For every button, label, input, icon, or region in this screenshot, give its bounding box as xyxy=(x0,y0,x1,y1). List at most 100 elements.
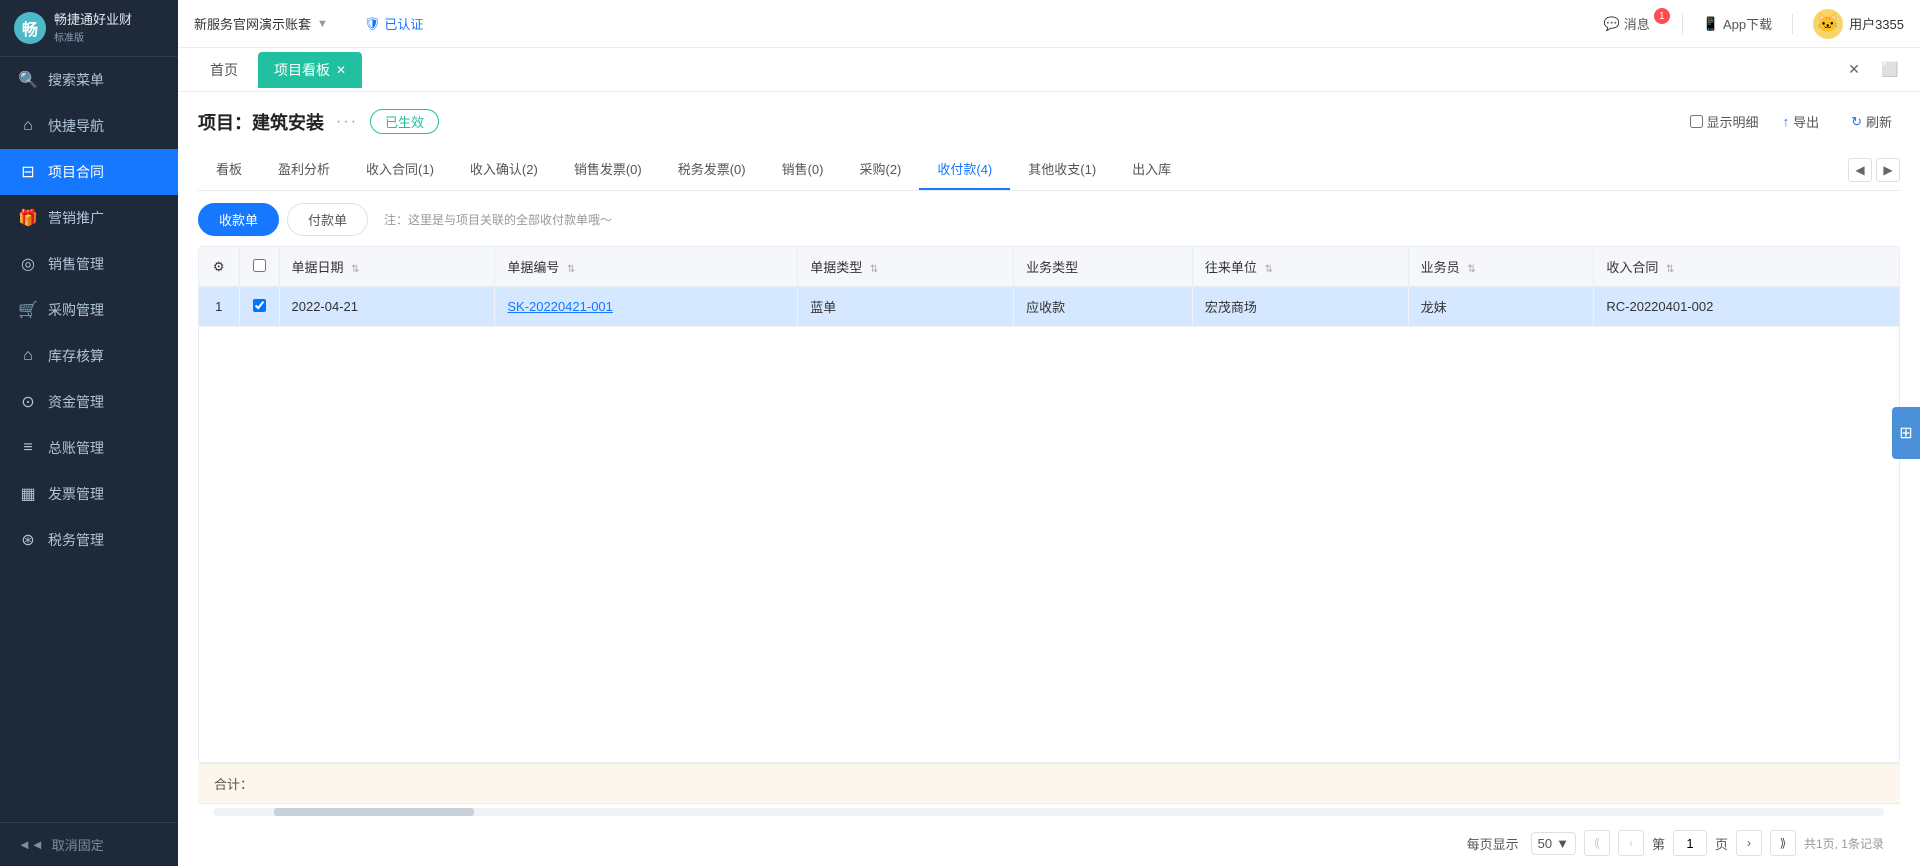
col-income-contract[interactable]: 收入合同 ⇅ xyxy=(1594,247,1899,287)
inner-tab-payment[interactable]: 付款单 xyxy=(287,203,368,236)
subtab-other-expense-label: 其他收支(1) xyxy=(1028,162,1096,177)
window-close-button[interactable]: ✕ xyxy=(1840,56,1868,84)
sidebar-item-fund[interactable]: ⊙ 资金管理 xyxy=(0,379,178,425)
subtab-kanban[interactable]: 看板 xyxy=(198,149,260,190)
sidebar-footer-label: 取消固定 xyxy=(52,835,104,854)
data-table-wrapper: ⚙ 单据日期 ⇅ 单据编号 ⇅ 单据类型 xyxy=(198,246,1900,763)
col-income-contract-label: 收入合同 xyxy=(1606,260,1658,275)
right-panel-toggle[interactable]: ⊞ xyxy=(1892,407,1920,459)
message-button[interactable]: 💬 消息 1 xyxy=(1604,14,1662,33)
sidebar-item-search[interactable]: 🔍 搜索菜单 xyxy=(0,57,178,103)
project-more-button[interactable]: ··· xyxy=(336,113,358,131)
window-maximize-button[interactable]: ⬜ xyxy=(1876,56,1904,84)
scrollbar-track[interactable] xyxy=(214,808,1884,816)
sidebar-item-marketing[interactable]: 🎁 营销推广 xyxy=(0,195,178,241)
per-page-select[interactable]: 50 ▼ xyxy=(1531,832,1576,855)
user-label: 用户3355 xyxy=(1849,14,1904,33)
tab-home[interactable]: 首页 xyxy=(194,52,254,88)
home-icon: ⌂ xyxy=(18,117,38,135)
col-type[interactable]: 单据类型 ⇅ xyxy=(798,247,1014,287)
sidebar-item-label-quick-nav: 快捷导航 xyxy=(48,116,104,136)
col-settings[interactable]: ⚙ xyxy=(199,247,239,287)
data-table: ⚙ 单据日期 ⇅ 单据编号 ⇅ 单据类型 xyxy=(199,247,1899,327)
row-biz-type: 应收款 xyxy=(1014,287,1193,327)
tab-close-icon[interactable]: ✕ xyxy=(336,63,346,77)
col-date[interactable]: 单据日期 ⇅ xyxy=(279,247,495,287)
subtab-tax-invoice[interactable]: 税务发票(0) xyxy=(660,149,764,190)
table-row[interactable]: 1 2022-04-21 SK-20220421-001 蓝单 应收款 宏茂商场… xyxy=(199,287,1899,327)
sidebar-item-inventory[interactable]: ⌂ 库存核算 xyxy=(0,333,178,379)
export-button[interactable]: ↑ 导出 xyxy=(1775,108,1828,135)
subtab-navigation: ◀ ▶ xyxy=(1848,158,1900,182)
row-type: 蓝单 xyxy=(798,287,1014,327)
sidebar-item-quick-nav[interactable]: ⌂ 快捷导航 xyxy=(0,103,178,149)
sidebar-item-label-project-contract: 项目合同 xyxy=(48,162,104,182)
topbar-project-selector[interactable]: 新服务官网演示账套 ▼ xyxy=(194,14,328,33)
sidebar-item-ledger[interactable]: ≡ 总账管理 xyxy=(0,425,178,471)
project-name-value: 建筑安装 xyxy=(252,113,324,133)
sidebar-item-label-purchase: 采购管理 xyxy=(48,300,104,320)
page-next-button[interactable]: › xyxy=(1736,830,1762,856)
sidebar-item-purchase[interactable]: 🛒 采购管理 xyxy=(0,287,178,333)
show-detail-input[interactable] xyxy=(1690,115,1703,128)
subtab-in-out-label: 出入库 xyxy=(1132,162,1171,177)
per-page-label: 每页显示 xyxy=(1467,834,1519,853)
export-label: 导出 xyxy=(1793,112,1819,131)
subtab-other-expense[interactable]: 其他收支(1) xyxy=(1010,149,1114,190)
subtab-profit[interactable]: 盈利分析 xyxy=(260,149,348,190)
page-first-button[interactable]: ⟪ xyxy=(1584,830,1610,856)
table-note: 注：这里是与项目关联的全部收付款单哦～ xyxy=(384,211,612,228)
col-partner-label: 往来单位 xyxy=(1205,260,1257,275)
user-menu[interactable]: 🐱 用户3355 xyxy=(1813,9,1904,39)
subtab-income-contract[interactable]: 收入合同(1) xyxy=(348,149,452,190)
sidebar-unpin[interactable]: ◄◄ 取消固定 xyxy=(0,822,178,866)
inner-tab-receipt[interactable]: 收款单 xyxy=(198,203,279,236)
page-prev-button[interactable]: ‹ xyxy=(1618,830,1644,856)
subtab-receipt-payment[interactable]: 收付款(4) xyxy=(919,149,1010,190)
row-select-checkbox[interactable] xyxy=(253,299,266,312)
row-checkbox[interactable] xyxy=(239,287,279,327)
subtab-sales[interactable]: 销售(0) xyxy=(764,149,842,190)
app-download-button[interactable]: 📱 App下载 xyxy=(1703,14,1772,33)
subtab-sales-invoice[interactable]: 销售发票(0) xyxy=(556,149,660,190)
subtab-purchase[interactable]: 采购(2) xyxy=(841,149,919,190)
project-icon: ⊟ xyxy=(18,162,38,182)
select-all-checkbox[interactable] xyxy=(253,259,266,272)
footer-total-label: 合计： xyxy=(214,777,253,792)
right-panel-icon: ⊞ xyxy=(1899,423,1912,443)
subtab-next-button[interactable]: ▶ xyxy=(1876,158,1900,182)
row-number-link[interactable]: SK-20220421-001 xyxy=(507,299,613,314)
subtab-income-confirm-label: 收入确认(2) xyxy=(470,162,538,177)
col-date-label: 单据日期 xyxy=(292,260,344,275)
sidebar-item-invoice[interactable]: ▦ 发票管理 xyxy=(0,471,178,517)
project-actions: 显示明细 ↑ 导出 ↻ 刷新 xyxy=(1690,108,1900,135)
sidebar-item-tax[interactable]: ⊛ 税务管理 xyxy=(0,517,178,563)
page-suffix: 页 xyxy=(1715,834,1728,853)
col-salesperson[interactable]: 业务员 ⇅ xyxy=(1408,247,1594,287)
subtab-income-confirm[interactable]: 收入确认(2) xyxy=(452,149,556,190)
refresh-icon: ↻ xyxy=(1851,114,1862,130)
page-last-button[interactable]: ⟫ xyxy=(1770,830,1796,856)
inner-tab-payment-label: 付款单 xyxy=(308,213,347,228)
subtab-in-out[interactable]: 出入库 xyxy=(1114,149,1189,190)
pagination: 每页显示 50 ▼ ⟪ ‹ 第 页 › ⟫ 共1页, 1条记录 xyxy=(198,820,1900,866)
tab-project-board[interactable]: 项目看板 ✕ xyxy=(258,52,362,88)
sidebar-item-sales[interactable]: ◎ 销售管理 xyxy=(0,241,178,287)
app-name: 畅捷通好业财 xyxy=(54,12,132,29)
purchase-icon: 🛒 xyxy=(18,300,38,320)
message-label: 消息 xyxy=(1624,14,1650,33)
pin-icon: ◄◄ xyxy=(18,837,44,852)
scrollbar-thumb[interactable] xyxy=(274,808,474,816)
col-partner[interactable]: 往来单位 ⇅ xyxy=(1192,247,1408,287)
page-number-input[interactable] xyxy=(1673,830,1707,856)
show-detail-checkbox[interactable]: 显示明细 xyxy=(1690,112,1759,131)
refresh-button[interactable]: ↻ 刷新 xyxy=(1843,108,1900,135)
row-number[interactable]: SK-20220421-001 xyxy=(495,287,798,327)
col-number[interactable]: 单据编号 ⇅ xyxy=(495,247,798,287)
sidebar-item-project-contract[interactable]: ⊟ 项目合同 xyxy=(0,149,178,195)
app-download-label: App下载 xyxy=(1723,14,1772,33)
subtab-prev-button[interactable]: ◀ xyxy=(1848,158,1872,182)
sort-type-icon: ⇅ xyxy=(870,264,878,275)
sidebar-item-label-tax: 税务管理 xyxy=(48,530,104,550)
row-date: 2022-04-21 xyxy=(279,287,495,327)
